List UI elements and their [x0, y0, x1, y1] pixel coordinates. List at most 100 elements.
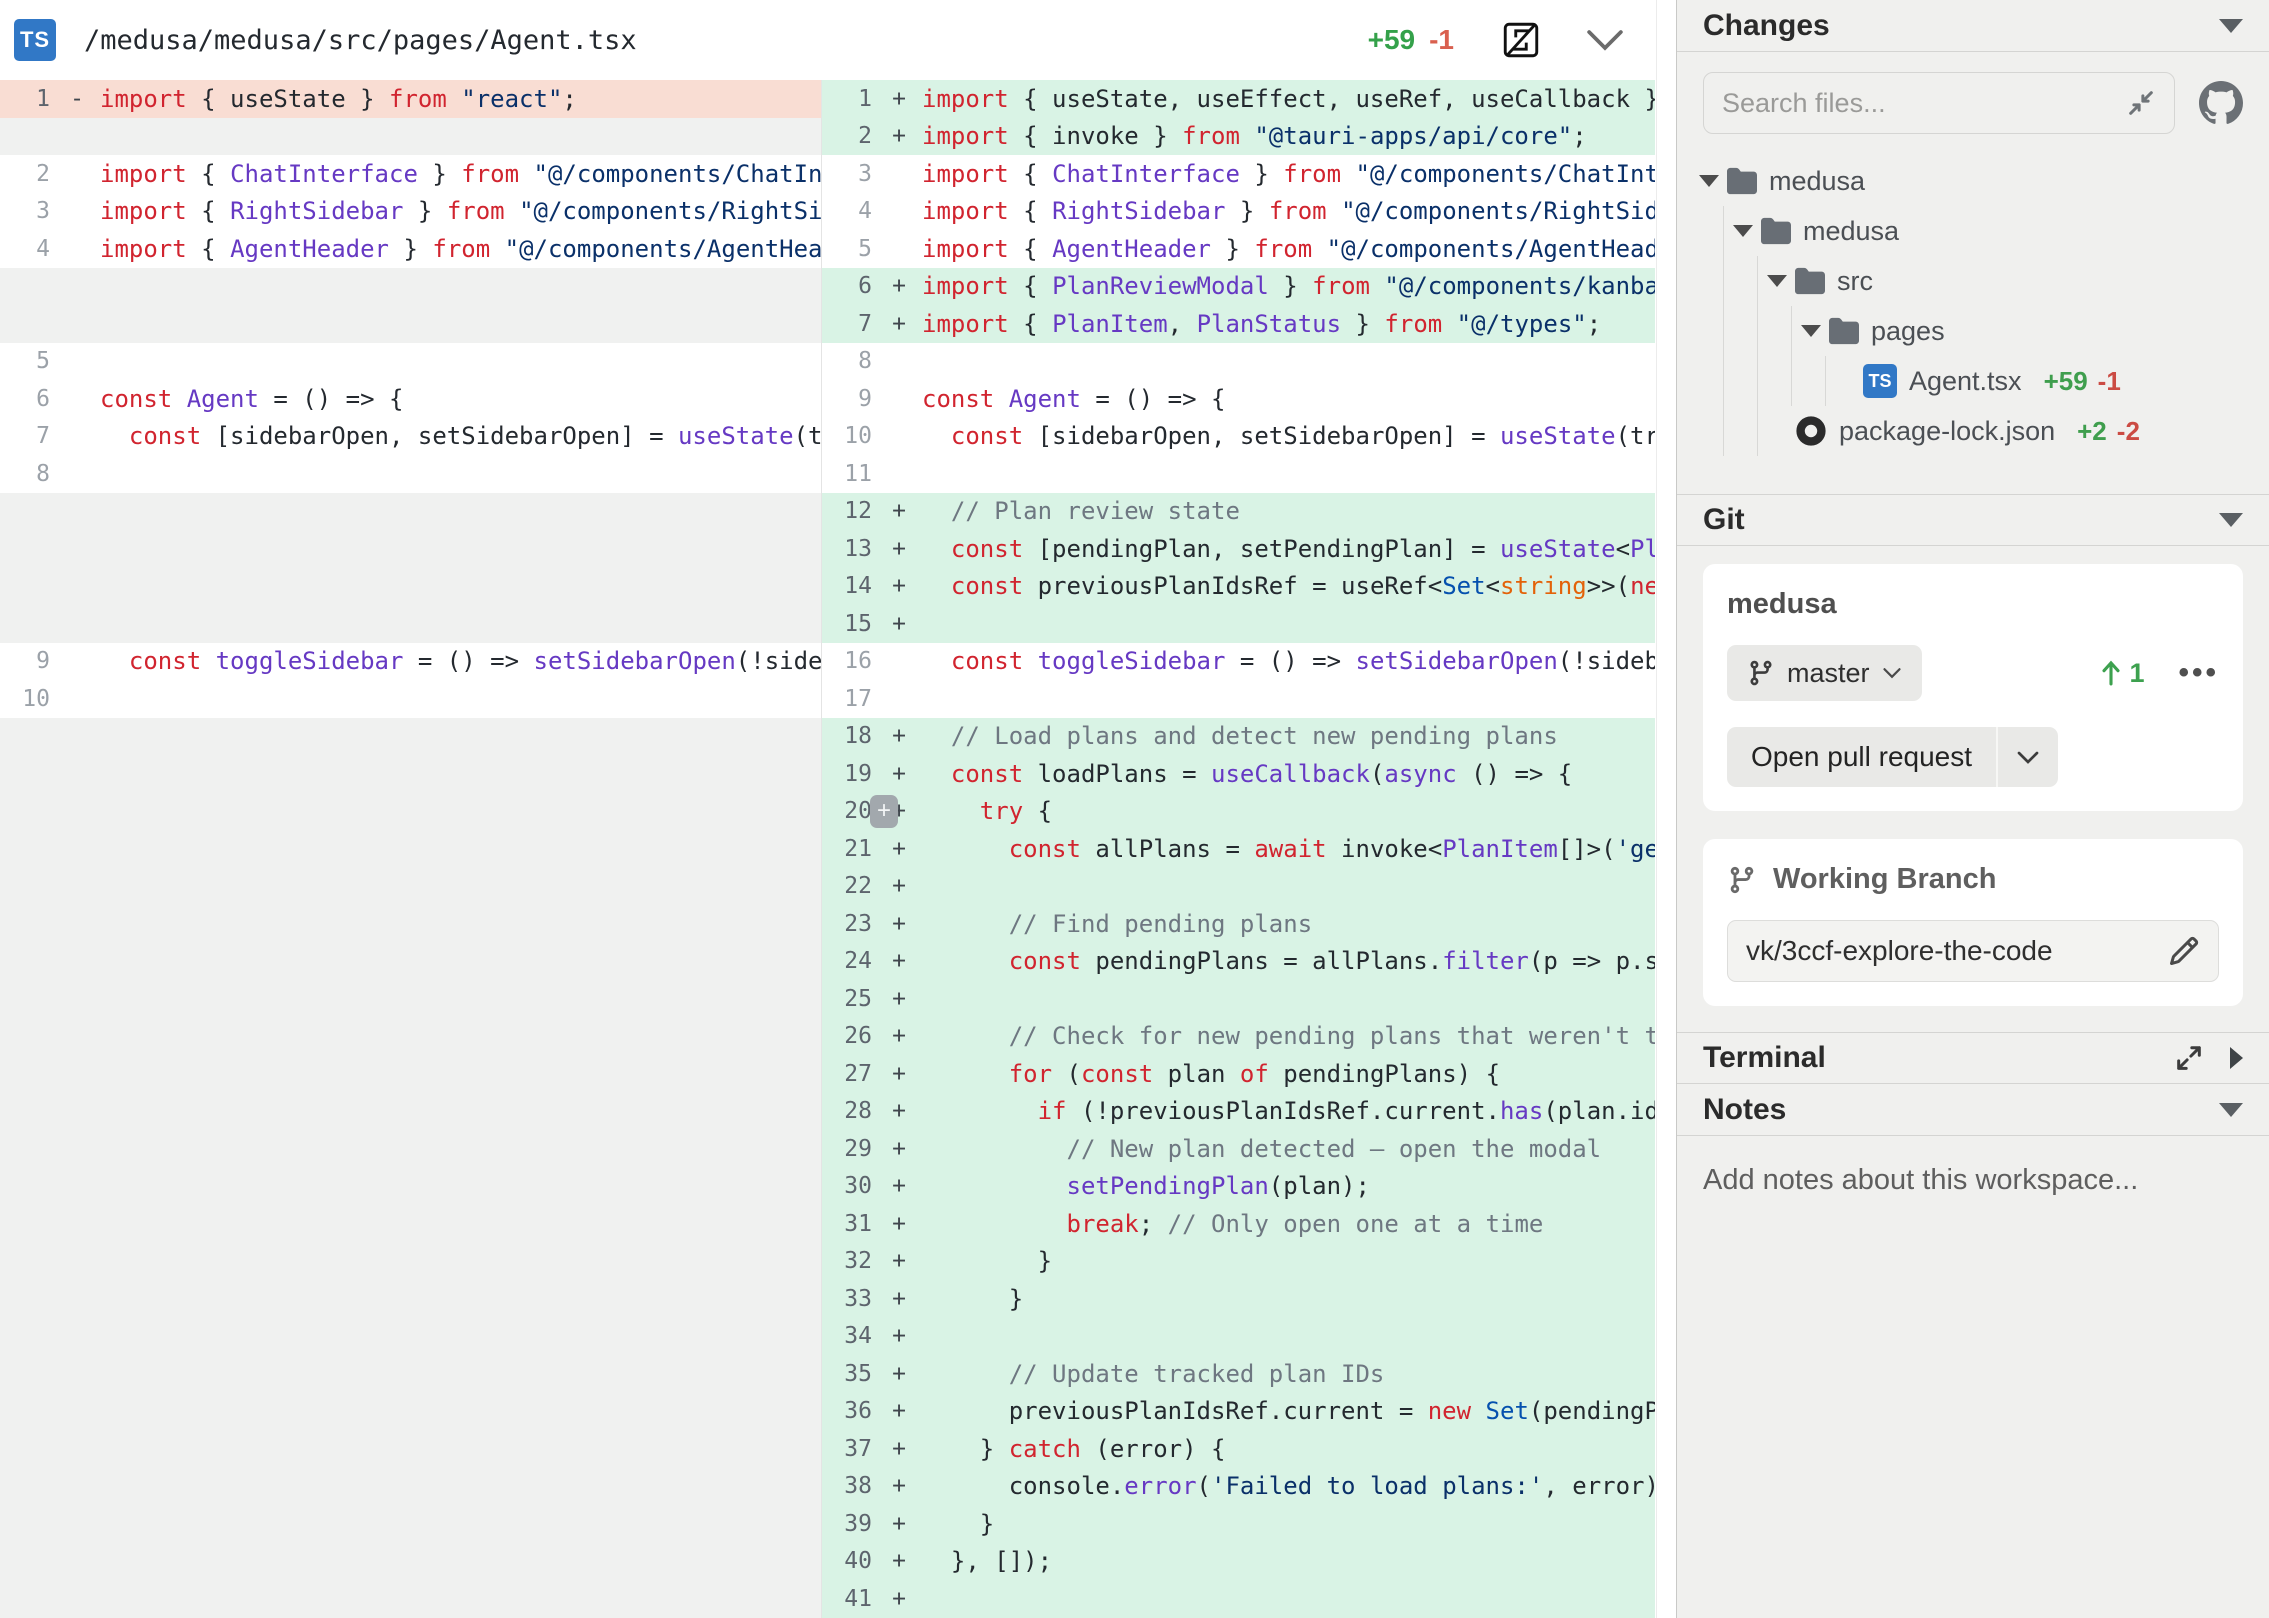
diff-row	[0, 1505, 821, 1543]
tree-file-Agent.tsx[interactable]: TSAgent.tsx+59-1	[1677, 356, 2269, 406]
package-lock-icon	[1795, 415, 1827, 447]
working-branch-input[interactable]	[1746, 935, 2168, 967]
branch-name: master	[1787, 658, 1870, 689]
diff-row	[0, 793, 821, 831]
diff-row: 17	[822, 680, 1655, 718]
chevron-down-icon[interactable]	[2219, 1103, 2243, 1117]
diff-row	[0, 118, 821, 156]
diff-row	[0, 1093, 821, 1131]
git-section-header[interactable]: Git	[1677, 494, 2269, 546]
repo-name: medusa	[1727, 588, 2219, 621]
file-removed-count: -2	[2117, 416, 2140, 447]
diff-row: 7 const [sidebarOpen, setSidebarOpen] = …	[0, 418, 821, 456]
tree-item-label: pages	[1871, 316, 1945, 347]
diff-row: 30+ setPendingPlan(plan);	[822, 1168, 1655, 1206]
diff-row: 21+ const allPlans = await invoke<PlanIt…	[822, 830, 1655, 868]
diff-row	[0, 530, 821, 568]
notes-editor[interactable]: Add notes about this workspace...	[1677, 1136, 2269, 1618]
tree-file-package-lock.json[interactable]: package-lock.json+2-2	[1677, 406, 2269, 456]
tree-folder-pages[interactable]: pages	[1677, 306, 2269, 356]
chevron-down-icon[interactable]	[1699, 175, 1719, 187]
diff-row	[0, 305, 821, 343]
add-comment-button[interactable]: +	[870, 795, 898, 828]
collapse-file-chevron-icon[interactable]	[1580, 22, 1630, 58]
diff-row: 13+ const [pendingPlan, setPendingPlan] …	[822, 530, 1655, 568]
tree-folder-src[interactable]: src	[1677, 256, 2269, 306]
collapse-tree-icon[interactable]	[2126, 88, 2156, 118]
diff-row: 10	[0, 680, 821, 718]
diff-row: 27+ for (const plan of pendingPlans) {	[822, 1055, 1655, 1093]
diff-row: 11	[822, 455, 1655, 493]
diff-row: 34+	[822, 1318, 1655, 1356]
tree-folder-medusa[interactable]: medusa	[1677, 206, 2269, 256]
diff-view: 1-import { useState } from "react";2impo…	[0, 80, 1656, 1618]
diff-row: 16 const toggleSidebar = () => setSideba…	[822, 643, 1655, 681]
diff-row	[0, 980, 821, 1018]
chevron-down-icon[interactable]	[2219, 513, 2243, 527]
diff-row	[0, 1205, 821, 1243]
working-branch-field[interactable]	[1727, 920, 2219, 982]
diff-row: 6const Agent = () => {	[0, 380, 821, 418]
expand-terminal-icon[interactable]	[2174, 1043, 2204, 1073]
diff-row: 29+ // New plan detected — open the moda…	[822, 1130, 1655, 1168]
diff-row	[0, 568, 821, 606]
typescript-file-icon: TS	[1863, 364, 1897, 398]
diff-row: 7+import { PlanItem, PlanStatus } from "…	[822, 305, 1655, 343]
terminal-section-header[interactable]: Terminal	[1677, 1032, 2269, 1084]
commits-ahead-indicator[interactable]: 1	[2099, 658, 2144, 689]
diff-row: 3import { ChatInterface } from "@/compon…	[822, 155, 1655, 193]
diff-row	[0, 1168, 821, 1206]
folder-icon	[1727, 166, 1757, 196]
open-pull-request-button[interactable]: Open pull request	[1727, 727, 1996, 787]
search-input[interactable]	[1722, 88, 2126, 119]
diff-row: 25+	[822, 980, 1655, 1018]
diff-row: 2import { ChatInterface } from "@/compon…	[0, 155, 821, 193]
chevron-down-icon[interactable]	[2219, 19, 2243, 33]
diff-row: 4import { AgentHeader } from "@/componen…	[0, 230, 821, 268]
diff-row: 35+ // Update tracked plan IDs	[822, 1355, 1655, 1393]
diff-row: 37+ } catch (error) {	[822, 1430, 1655, 1468]
diff-row	[0, 1055, 821, 1093]
file-search-box[interactable]	[1703, 72, 2175, 134]
diff-row: 23+ // Find pending plans	[822, 905, 1655, 943]
diff-pane-new: 1+import { useState, useEffect, useRef, …	[822, 80, 1655, 1618]
diff-row: 14+ const previousPlanIdsRef = useRef<Se…	[822, 568, 1655, 606]
split-view-toggle-icon[interactable]	[1494, 13, 1548, 67]
changes-body: medusamedusasrcpagesTSAgent.tsx+59-1pack…	[1677, 52, 2269, 494]
diff-row: 41+	[822, 1580, 1655, 1618]
working-branch-title: Working Branch	[1773, 863, 1996, 896]
diff-row	[0, 868, 821, 906]
added-lines-count: +59	[1368, 24, 1416, 56]
file-added-count: +2	[2077, 416, 2107, 447]
git-branch-icon	[1727, 865, 1757, 895]
diff-row: 28+ if (!previousPlanIdsRef.current.has(…	[822, 1093, 1655, 1131]
terminal-title: Terminal	[1703, 1041, 1826, 1075]
diff-row: 38+ console.error('Failed to load plans:…	[822, 1468, 1655, 1506]
notes-placeholder: Add notes about this workspace...	[1703, 1164, 2243, 1197]
notes-section-header[interactable]: Notes	[1677, 1084, 2269, 1136]
diff-row: 12+ // Plan review state	[822, 493, 1655, 531]
diff-row	[0, 1280, 821, 1318]
edit-branch-icon[interactable]	[2168, 935, 2200, 967]
diff-row	[0, 493, 821, 531]
diff-row: 2+import { invoke } from "@tauri-apps/ap…	[822, 118, 1655, 156]
scrollbar-gutter[interactable]	[1656, 0, 1676, 1618]
pull-request-dropdown-button[interactable]	[1996, 727, 2058, 787]
changes-section-header[interactable]: Changes	[1677, 0, 2269, 52]
chevron-right-icon[interactable]	[2230, 1047, 2243, 1069]
diff-row: 5	[0, 343, 821, 381]
diff-row	[0, 905, 821, 943]
diff-row: 10 const [sidebarOpen, setSidebarOpen] =…	[822, 418, 1655, 456]
diff-row	[0, 1318, 821, 1356]
github-icon[interactable]	[2199, 81, 2243, 125]
diff-row: 40+ }, []);	[822, 1543, 1655, 1581]
file-path: /medusa/medusa/src/pages/Agent.tsx	[84, 25, 637, 56]
diff-row: 31+ break; // Only open one at a time	[822, 1205, 1655, 1243]
diff-row: 22+	[822, 868, 1655, 906]
diff-row	[0, 1580, 821, 1618]
diff-row	[0, 755, 821, 793]
diff-row: 5import { AgentHeader } from "@/componen…	[822, 230, 1655, 268]
tree-folder-medusa[interactable]: medusa	[1677, 156, 2269, 206]
branch-selector[interactable]: master	[1727, 645, 1922, 701]
more-options-button[interactable]: •••	[2178, 667, 2219, 679]
